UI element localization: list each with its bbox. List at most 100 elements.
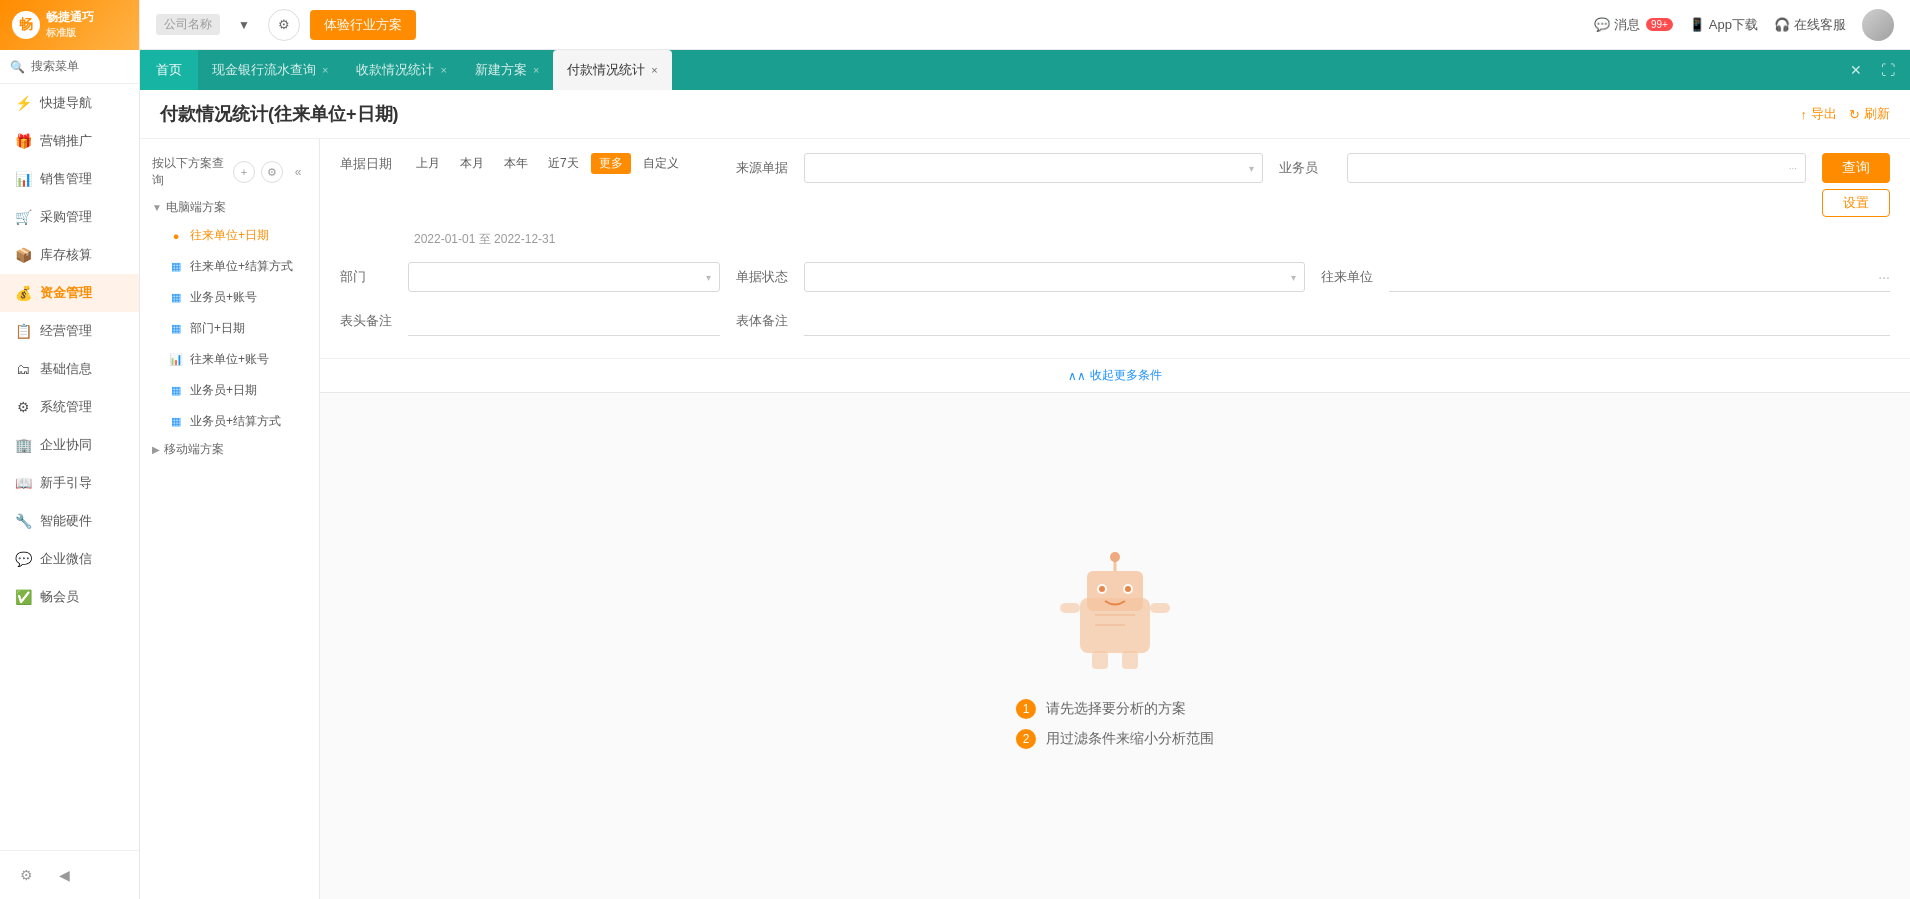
sidebar-item-operations[interactable]: 📋 经营管理 <box>0 312 139 350</box>
empty-step-1: 1 请先选择要分析的方案 <box>1016 699 1214 719</box>
staff-label: 业务员 <box>1279 159 1339 177</box>
close-all-tabs-btn[interactable]: ✕ <box>1842 56 1870 84</box>
sidebar-item-label: 畅会员 <box>40 588 79 606</box>
collapse-btn-row: ∧∧ 收起更多条件 <box>320 358 1910 392</box>
dept-select[interactable]: ▾ <box>408 262 720 292</box>
staff-select[interactable]: ··· <box>1347 153 1806 183</box>
collapse-chevron-icon: ∧∧ <box>1068 369 1086 383</box>
step-2-text: 用过滤条件来缩小分析范围 <box>1046 730 1214 748</box>
add-scheme-btn[interactable]: + <box>233 161 255 183</box>
query-btn[interactable]: 查询 <box>1822 153 1890 183</box>
custom-btn[interactable]: 自定义 <box>635 153 687 174</box>
scheme-item-staff-date[interactable]: ▦ 业务员+日期 <box>140 375 319 406</box>
wechat-icon: 💬 <box>14 550 32 568</box>
doc-status-label: 单据状态 <box>736 268 796 286</box>
tab-bank-flow-close[interactable]: × <box>322 64 328 76</box>
scheme-item-staff-settle[interactable]: ▦ 业务员+结算方式 <box>140 406 319 437</box>
settings-btn[interactable]: 设置 <box>1822 189 1890 217</box>
body-note-label: 表体备注 <box>736 312 796 330</box>
scheme-item-dept-date[interactable]: ▦ 部门+日期 <box>140 313 319 344</box>
refresh-btn[interactable]: ↻ 刷新 <box>1849 105 1890 123</box>
sidebar-item-hardware[interactable]: 🔧 智能硬件 <box>0 502 139 540</box>
messages-btn[interactable]: 💬 消息 99+ <box>1594 16 1673 34</box>
head-note-input[interactable] <box>408 306 720 336</box>
category-triangle-icon: ▼ <box>152 202 162 213</box>
sidebar-item-member[interactable]: ✅ 畅会员 <box>0 578 139 616</box>
app-download-btn[interactable]: 📱 App下载 <box>1689 16 1758 34</box>
search-menu[interactable]: 🔍 搜索菜单 <box>0 50 139 84</box>
source-doc-select[interactable]: ▾ <box>804 153 1263 183</box>
sidebar-item-quick-nav[interactable]: ⚡ 快捷导航 <box>0 84 139 122</box>
scheme-item-partner-date[interactable]: ● 往来单位+日期 <box>140 220 319 251</box>
purchase-icon: 🛒 <box>14 208 32 226</box>
export-btn[interactable]: ↑ 导出 <box>1801 105 1838 123</box>
content-area: 按以下方案查询 + ⚙ « ▼ 电脑端方案 ● 往来单位+日期 ▦ 往来单位+结… <box>140 139 1910 899</box>
scheme-item-label: 往来单位+结算方式 <box>190 258 293 275</box>
sidebar-item-marketing[interactable]: 🎁 营销推广 <box>0 122 139 160</box>
scheme-item-partner-settle[interactable]: ▦ 往来单位+结算方式 <box>140 251 319 282</box>
partner-label: 往来单位 <box>1321 268 1381 286</box>
robot-svg <box>1045 543 1185 683</box>
scheme-item-partner-account[interactable]: 📊 往来单位+账号 <box>140 344 319 375</box>
export-label: 导出 <box>1811 105 1837 123</box>
basics-icon: 🗂 <box>14 360 32 378</box>
topbar-right: 💬 消息 99+ 📱 App下载 🎧 在线客服 <box>1594 9 1894 41</box>
filter-container: 单据日期 上月 本月 本年 近7天 更多 自定义 来源单据 <box>320 139 1910 393</box>
search-menu-label: 搜索菜单 <box>31 58 79 75</box>
last-7-days-btn[interactable]: 近7天 <box>540 153 587 174</box>
tab-bank-flow[interactable]: 现金银行流水查询 × <box>198 50 342 90</box>
scheme-category-mobile[interactable]: ▶ 移动端方案 <box>140 437 319 462</box>
this-year-btn[interactable]: 本年 <box>496 153 536 174</box>
sidebar-item-system[interactable]: ⚙ 系统管理 <box>0 388 139 426</box>
tab-receipt-stats-close[interactable]: × <box>440 64 446 76</box>
category-label: 电脑端方案 <box>166 199 226 216</box>
scheme-settings-btn[interactable]: ⚙ <box>261 161 283 183</box>
sidebar-item-wechat[interactable]: 💬 企业微信 <box>0 540 139 578</box>
scheme-icon: ▦ <box>168 321 184 337</box>
partner-ellipsis-btn[interactable]: ··· <box>1878 269 1890 285</box>
doc-status-select[interactable]: ▾ <box>804 262 1305 292</box>
logo-icon: 畅 <box>12 11 40 39</box>
tab-new-scheme[interactable]: 新建方案 × <box>461 50 553 90</box>
scheme-panel-label: 按以下方案查询 <box>152 155 227 189</box>
company-dropdown-btn[interactable]: ▼ <box>230 11 258 39</box>
sidebar-item-guide[interactable]: 📖 新手引导 <box>0 464 139 502</box>
tab-receipt-stats[interactable]: 收款情况统计 × <box>342 50 460 90</box>
scheme-item-staff-account[interactable]: ▦ 业务员+账号 <box>140 282 319 313</box>
marketing-icon: 🎁 <box>14 132 32 150</box>
footer-collapse-btn[interactable]: ◀ <box>50 861 78 889</box>
empty-illustration <box>1045 543 1185 683</box>
sidebar-item-enterprise[interactable]: 🏢 企业协同 <box>0 426 139 464</box>
main-area: 公司名称 ▼ ⚙ 体验行业方案 💬 消息 99+ 📱 App下载 🎧 在线客服 <box>140 0 1910 899</box>
tab-new-scheme-close[interactable]: × <box>533 64 539 76</box>
scheme-panel-collapse-btn[interactable]: « <box>289 163 307 181</box>
body-note-input[interactable] <box>804 306 1890 336</box>
messages-badge: 99+ <box>1646 18 1673 31</box>
refresh-icon: ↻ <box>1849 107 1860 122</box>
trial-btn[interactable]: 体验行业方案 <box>310 10 416 40</box>
last-month-btn[interactable]: 上月 <box>408 153 448 174</box>
sidebar-item-basics[interactable]: 🗂 基础信息 <box>0 350 139 388</box>
online-service-btn[interactable]: 🎧 在线客服 <box>1774 16 1846 34</box>
scheme-category-desktop[interactable]: ▼ 电脑端方案 <box>140 195 319 220</box>
scheme-icon: 📊 <box>168 352 184 368</box>
user-avatar[interactable] <box>1862 9 1894 41</box>
source-doc-label: 来源单据 <box>736 159 796 177</box>
sidebar-item-finance[interactable]: 💰 资金管理 <box>0 274 139 312</box>
tab-payment-stats-close[interactable]: × <box>651 64 657 76</box>
collapse-conditions-btn[interactable]: ∧∧ 收起更多条件 <box>1068 367 1162 384</box>
tab-payment-stats[interactable]: 付款情况统计 × <box>553 50 671 90</box>
sidebar-item-sales[interactable]: 📊 销售管理 <box>0 160 139 198</box>
date-range-display: 2022-01-01 至 2022-12-31 <box>414 232 555 246</box>
sidebar-item-label: 快捷导航 <box>40 94 92 112</box>
sidebar-item-inventory[interactable]: 📦 库存核算 <box>0 236 139 274</box>
footer-settings-btn[interactable]: ⚙ <box>12 861 40 889</box>
this-month-btn[interactable]: 本月 <box>452 153 492 174</box>
tab-bank-flow-label: 现金银行流水查询 <box>212 61 316 79</box>
more-btn[interactable]: 更多 <box>591 153 631 174</box>
maximize-btn[interactable]: ⛶ <box>1874 56 1902 84</box>
sidebar-item-purchase[interactable]: 🛒 采购管理 <box>0 198 139 236</box>
tab-home[interactable]: 首页 <box>140 50 198 90</box>
select-arrow-icon: ··· <box>1789 163 1797 174</box>
topbar-settings-btn[interactable]: ⚙ <box>268 9 300 41</box>
